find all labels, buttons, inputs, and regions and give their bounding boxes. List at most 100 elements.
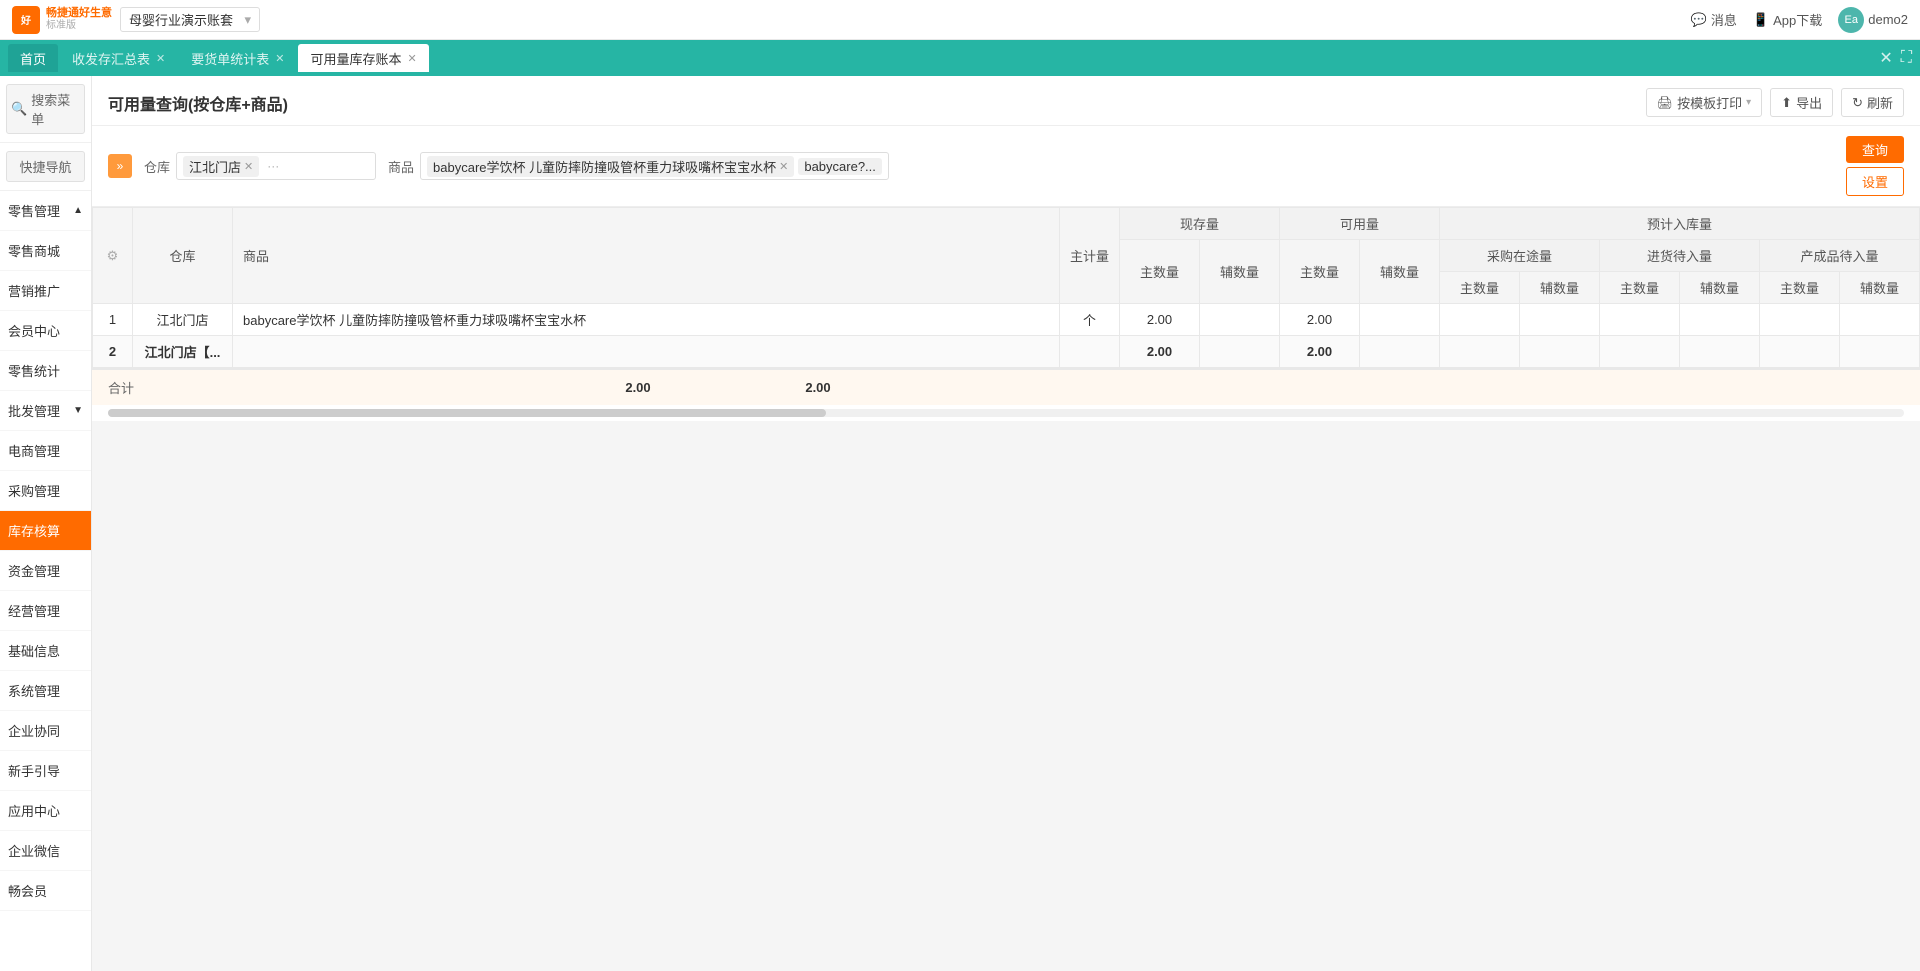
user-profile[interactable]: Ea demo2 xyxy=(1838,7,1908,33)
template-print-label: 按模板打印 xyxy=(1677,93,1742,112)
td-avail-aux-0 xyxy=(1360,304,1440,336)
sidebar-item-retail-mgmt-label: 零售管理 xyxy=(8,201,60,220)
page-actions: 🖨 按模板打印 ▾ ⬆ 导出 ↻ 刷新 xyxy=(1646,88,1904,117)
tab-order-summary-close[interactable]: ✕ xyxy=(275,52,284,65)
th-current-stock: 现存量 xyxy=(1120,208,1280,240)
sidebar-item-ecommerce-mgmt-label: 电商管理 xyxy=(8,441,60,460)
tab-receipt-summary-label: 收发存汇总表 xyxy=(72,49,150,68)
td-pp-aux-1 xyxy=(1680,336,1760,368)
warehouse-tag-close[interactable]: ✕ xyxy=(244,160,253,173)
sidebar-search-label: 搜索菜单 xyxy=(31,90,80,128)
logo-area: 好 畅捷通好生意 标准版 xyxy=(12,6,112,34)
product-tag-0-close[interactable]: ✕ xyxy=(779,160,788,173)
gear-icon[interactable]: ⚙ xyxy=(107,248,119,263)
sidebar-item-inventory-check[interactable]: 库存核算 xyxy=(0,511,91,551)
th-gear[interactable]: ⚙ xyxy=(93,208,133,304)
tab-receipt-summary[interactable]: 收发存汇总表 ✕ xyxy=(60,44,177,72)
th-product: 商品 xyxy=(233,208,1060,304)
print-icon: 🖨 xyxy=(1657,95,1674,111)
quick-nav-label: 快捷导航 xyxy=(19,157,71,176)
th-finished-goods: 产成品待入量 xyxy=(1760,240,1920,272)
sidebar-item-purchase-mgmt-label: 采购管理 xyxy=(8,481,60,500)
td-fp-main-1 xyxy=(1760,336,1840,368)
sidebar-item-basic-info[interactable]: 基础信息 xyxy=(0,631,91,671)
sidebar-item-retail-mall[interactable]: 零售商城 xyxy=(0,231,91,271)
sidebar-item-retail-mgmt[interactable]: 零售管理 ▲ xyxy=(0,191,91,231)
app-download-btn[interactable]: 📱 App下载 xyxy=(1753,10,1822,29)
message-icon: 💬 xyxy=(1691,12,1707,28)
th-purchase-transit: 采购在途量 xyxy=(1440,240,1600,272)
sidebar-search-section: 🔍 搜索菜单 xyxy=(0,76,91,143)
th-purchase-transit-aux: 辅数量 xyxy=(1520,272,1600,304)
tab-available-inventory-close[interactable]: ✕ xyxy=(408,52,417,65)
refresh-btn[interactable]: ↻ 刷新 xyxy=(1841,88,1904,117)
maximize-btn[interactable]: ⛶ xyxy=(1901,49,1912,67)
td-current-aux-0 xyxy=(1200,304,1280,336)
sidebar-item-vip-member[interactable]: 畅会员 xyxy=(0,871,91,911)
product-tag-text-1: babycare?... xyxy=(804,159,876,174)
query-btn[interactable]: 查询 xyxy=(1846,136,1904,163)
td-current-aux-1 xyxy=(1200,336,1280,368)
sidebar-item-ecommerce-mgmt[interactable]: 电商管理 xyxy=(0,431,91,471)
sidebar-item-finance-mgmt[interactable]: 资金管理 xyxy=(0,551,91,591)
product-filter-group: 商品 babycare学饮杯 儿童防摔防撞吸管杯重力球吸嘴杯宝宝水杯 ✕ bab… xyxy=(388,152,889,180)
sidebar-item-enterprise-collab[interactable]: 企业协同 xyxy=(0,711,91,751)
sidebar-item-marketing[interactable]: 营销推广 xyxy=(0,271,91,311)
product-filter-label: 商品 xyxy=(388,157,414,176)
scrollbar-thumb[interactable] xyxy=(108,409,826,417)
tab-available-inventory[interactable]: 可用量库存账本 ✕ xyxy=(298,44,428,72)
sidebar-item-member-center[interactable]: 会员中心 xyxy=(0,311,91,351)
product-filter-input[interactable]: babycare学饮杯 儿童防摔防撞吸管杯重力球吸嘴杯宝宝水杯 ✕ babyca… xyxy=(420,152,889,180)
message-label: 消息 xyxy=(1711,10,1737,29)
td-product-1 xyxy=(233,336,1060,368)
user-avatar: Ea xyxy=(1838,7,1864,33)
td-pt-main-1 xyxy=(1440,336,1520,368)
top-bar: 好 畅捷通好生意 标准版 母婴行业演示账套 ▾ 💬 消息 📱 App下载 Ea … xyxy=(0,0,1920,40)
message-btn[interactable]: 💬 消息 xyxy=(1691,10,1737,29)
export-btn[interactable]: ⬆ 导出 xyxy=(1770,88,1833,117)
sidebar-item-wholesale-mgmt[interactable]: 批发管理 ▼ xyxy=(0,391,91,431)
industry-selector[interactable]: 母婴行业演示账套 ▾ xyxy=(120,7,260,32)
sidebar-item-purchase-mgmt[interactable]: 采购管理 xyxy=(0,471,91,511)
export-icon: ⬆ xyxy=(1781,95,1792,111)
app-download-label: App下载 xyxy=(1773,10,1822,29)
sidebar-item-new-user-guide[interactable]: 新手引导 xyxy=(0,751,91,791)
td-pt-main-0 xyxy=(1440,304,1520,336)
template-print-btn[interactable]: 🖨 按模板打印 ▾ xyxy=(1646,88,1763,117)
tab-receipt-summary-close[interactable]: ✕ xyxy=(156,52,165,65)
td-pt-aux-0 xyxy=(1520,304,1600,336)
tab-home[interactable]: 首页 xyxy=(8,44,58,72)
table-footer: 合计 2.00 2.00 xyxy=(92,368,1920,405)
footer-label: 合计 xyxy=(108,378,308,397)
filter-toggle-btn[interactable]: » xyxy=(108,154,132,178)
scrollbar-track xyxy=(108,409,1904,417)
sidebar-item-retail-stats[interactable]: 零售统计 xyxy=(0,351,91,391)
app-download-icon: 📱 xyxy=(1753,12,1769,28)
table-row: 2 江北门店【... 2.00 2.00 xyxy=(93,336,1920,368)
th-available-main-qty: 主数量 xyxy=(1280,240,1360,304)
th-purchase-pending: 进货待入量 xyxy=(1600,240,1760,272)
product-tag-1: babycare?... xyxy=(798,158,882,175)
th-purchase-pending-aux: 辅数量 xyxy=(1680,272,1760,304)
sidebar-item-operations-mgmt[interactable]: 经营管理 xyxy=(0,591,91,631)
th-current-aux-qty: 辅数量 xyxy=(1200,240,1280,304)
export-label: 导出 xyxy=(1796,93,1822,112)
page-header: 可用量查询(按仓库+商品) 🖨 按模板打印 ▾ ⬆ 导出 ↻ 刷新 xyxy=(92,76,1920,126)
sidebar-item-enterprise-wechat[interactable]: 企业微信 xyxy=(0,831,91,871)
close-window-btn[interactable]: ✕ xyxy=(1879,48,1892,68)
quick-nav-btn[interactable]: 快捷导航 xyxy=(6,151,85,182)
sidebar-item-member-center-label: 会员中心 xyxy=(8,321,60,340)
sidebar-item-system-mgmt[interactable]: 系统管理 xyxy=(0,671,91,711)
warehouse-filter-ellipsis: ··· xyxy=(263,159,283,173)
sidebar-search-btn[interactable]: 🔍 搜索菜单 xyxy=(6,84,85,134)
filter-settings-btn[interactable]: 设置 xyxy=(1846,167,1904,196)
tab-order-summary[interactable]: 要货单统计表 ✕ xyxy=(179,44,296,72)
chevron-down-icon-print: ▾ xyxy=(1746,97,1751,108)
sidebar: 🔍 搜索菜单 快捷导航 零售管理 ▲ 零售商城 营销推广 会员中心 零售统计 批… xyxy=(0,76,92,971)
tab-available-inventory-label: 可用量库存账本 xyxy=(310,49,401,68)
warehouse-filter-input[interactable]: 江北门店 ✕ ··· xyxy=(176,152,376,180)
expand-icon-wholesale: ▼ xyxy=(73,405,83,416)
td-pp-aux-0 xyxy=(1680,304,1760,336)
sidebar-item-app-center[interactable]: 应用中心 xyxy=(0,791,91,831)
logo-subtext: 标准版 xyxy=(46,20,112,32)
